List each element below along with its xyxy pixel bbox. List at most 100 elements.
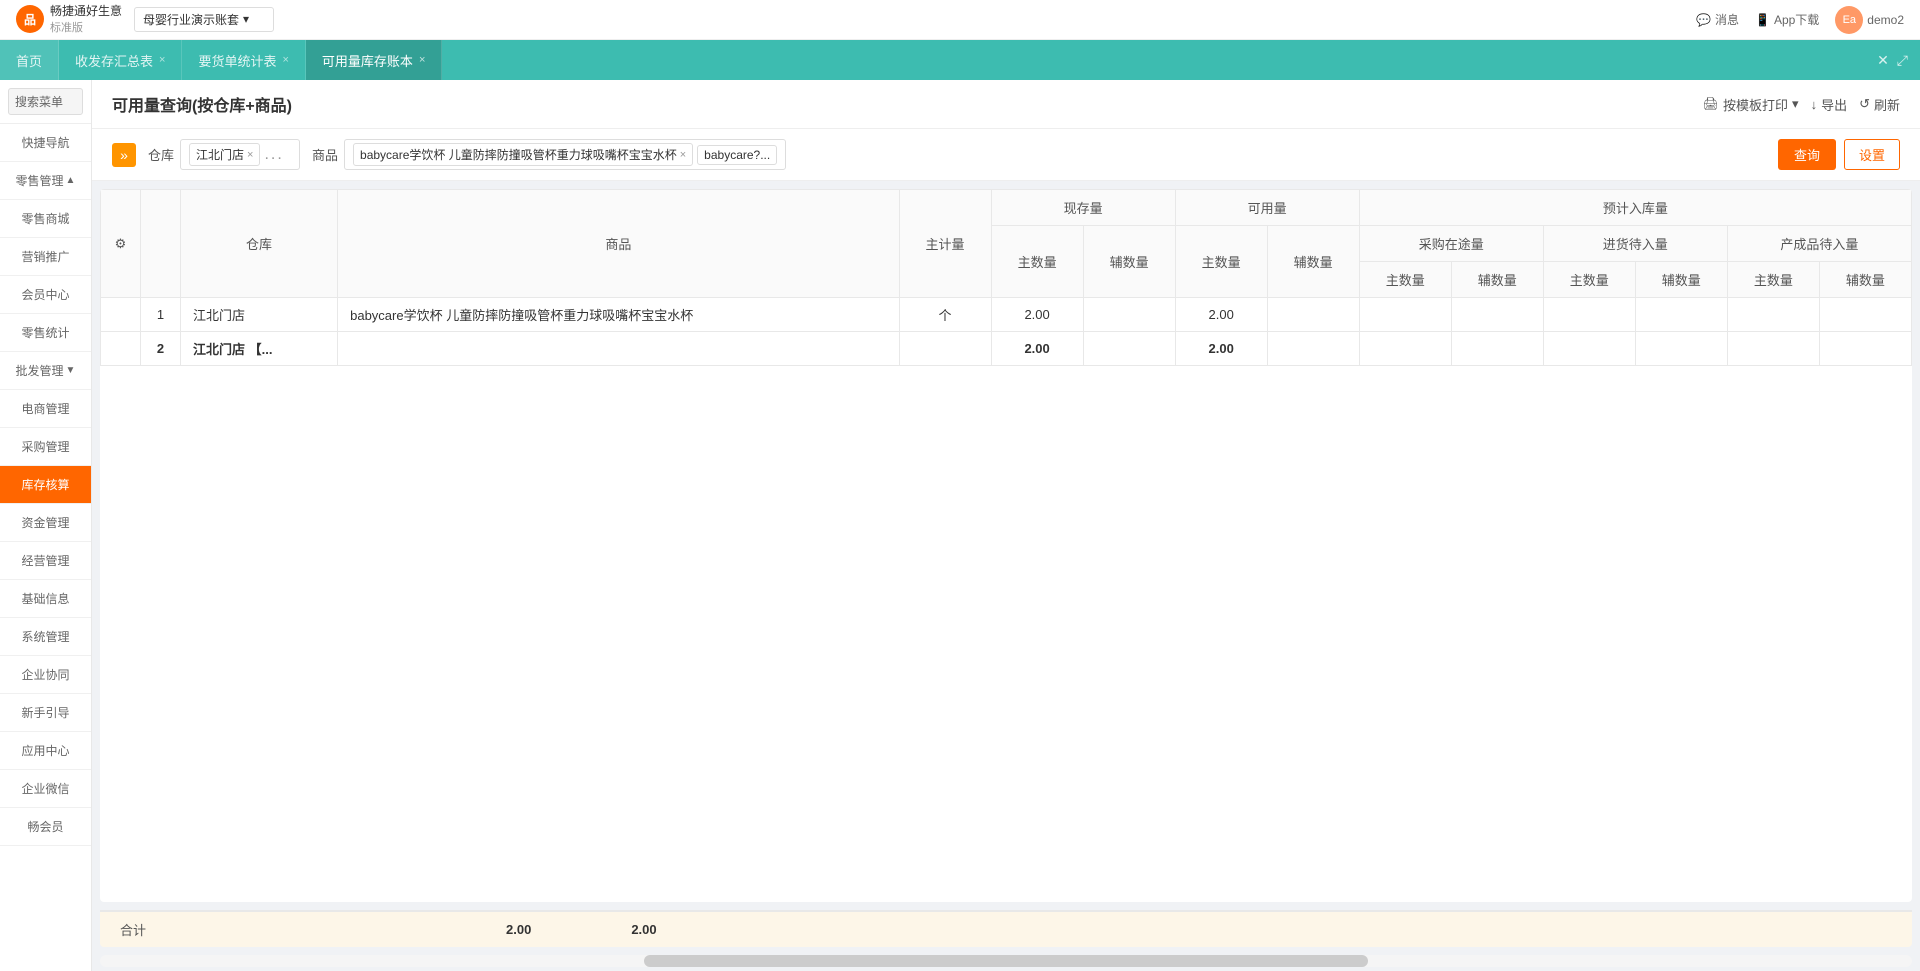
sidebar-item-retail-stats[interactable]: 零售统计 — [0, 314, 91, 352]
cell-sub-p-main — [1359, 332, 1451, 366]
sidebar-item-vip-member[interactable]: 畅会员 — [0, 808, 91, 846]
sidebar-item-member-center[interactable]: 会员中心 — [0, 276, 91, 314]
sidebar-item-wholesale-mgmt[interactable]: 批发管理 ▼ — [0, 352, 91, 390]
tab-available-stock-close[interactable]: × — [419, 54, 425, 66]
tab-order-stats-close[interactable]: × — [282, 54, 288, 66]
cell-settings — [101, 298, 141, 332]
page-title: 可用量查询(按仓库+商品) — [112, 92, 292, 116]
th-inbound-pending: 进货待入量 — [1543, 226, 1727, 262]
footer-avail-main: 2.00 — [631, 922, 656, 937]
logo-icon: 品 — [16, 5, 44, 33]
top-bar-right: 💬 消息 📱 App下载 Ea demo2 — [1696, 6, 1904, 34]
tab-available-stock[interactable]: 可用量库存账本 × — [306, 40, 442, 80]
product-input[interactable]: babycare学饮杯 儿童防摔防撞吸管杯重力球吸嘴杯宝宝水杯 × babyca… — [344, 139, 786, 170]
search-menu-btn[interactable]: 搜索菜单 — [8, 88, 83, 115]
cell-avail-main: 2.00 — [1175, 298, 1267, 332]
sidebar-item-purchase-mgmt[interactable]: 采购管理 — [0, 428, 91, 466]
cell-sub-current-main: 2.00 — [991, 332, 1083, 366]
cell-sub-prod-aux — [1819, 332, 1911, 366]
product-tag1: babycare学饮杯 儿童防摔防撞吸管杯重力球吸嘴杯宝宝水杯 × — [353, 143, 693, 166]
logo-text: 畅捷通好生意 — [50, 4, 122, 18]
close-all-icon[interactable]: ✕ — [1877, 52, 1889, 69]
cell-sub-p-aux — [1451, 332, 1543, 366]
th-purchase-main: 主数量 — [1359, 262, 1451, 298]
sidebar-item-ecommerce-mgmt[interactable]: 电商管理 — [0, 390, 91, 428]
th-avail-main: 主数量 — [1175, 226, 1267, 298]
page-header: 可用量查询(按仓库+商品) 🖨 按模板打印 ▾ ↓ 导出 ↺ 刷新 — [92, 80, 1920, 129]
tab-home[interactable]: 首页 — [0, 40, 59, 80]
sidebar-item-retail-mgmt[interactable]: 零售管理 ▲ — [0, 162, 91, 200]
cell-sub-avail-main: 2.00 — [1175, 332, 1267, 366]
sidebar-item-operations-mgmt[interactable]: 经营管理 — [0, 542, 91, 580]
sidebar-item-basic-info[interactable]: 基础信息 — [0, 580, 91, 618]
cell-sub-avail-aux — [1267, 332, 1359, 366]
logo-area: 品 畅捷通好生意 标准版 — [16, 4, 122, 34]
table-wrapper: ⚙ 仓库 商品 主计量 现存量 可用量 预计入库量 主数量 辅数量 主数量 辅数… — [100, 189, 1912, 902]
sidebar-item-app-center[interactable]: 应用中心 — [0, 732, 91, 770]
product-tag1-close-icon[interactable]: × — [680, 149, 686, 161]
th-inbound-main: 主数量 — [1543, 262, 1635, 298]
sidebar-item-enterprise-wechat[interactable]: 企业微信 — [0, 770, 91, 808]
message-btn[interactable]: 💬 消息 — [1696, 11, 1739, 28]
sidebar-item-marketing[interactable]: 营销推广 — [0, 238, 91, 276]
th-product: 商品 — [338, 190, 899, 298]
warehouse-more-icon[interactable]: ... — [264, 146, 283, 164]
user-area[interactable]: Ea demo2 — [1835, 6, 1904, 34]
cell-sub-product — [338, 332, 899, 366]
refresh-btn[interactable]: ↺ 刷新 — [1859, 95, 1900, 114]
sidebar-item-new-guide[interactable]: 新手引导 — [0, 694, 91, 732]
sidebar-item-finance-mgmt[interactable]: 资金管理 — [0, 504, 91, 542]
sidebar-item-retail-mall[interactable]: 零售商城 — [0, 200, 91, 238]
tab-order-stats[interactable]: 要货单统计表 × — [182, 40, 305, 80]
warehouse-label: 仓库 — [148, 145, 174, 164]
data-table: ⚙ 仓库 商品 主计量 现存量 可用量 预计入库量 主数量 辅数量 主数量 辅数… — [100, 189, 1912, 366]
table-row: 1 江北门店 babycare学饮杯 儿童防摔防撞吸管杯重力球吸嘴杯宝宝水杯 个… — [101, 298, 1912, 332]
th-forecast-inbound: 预计入库量 — [1359, 190, 1911, 226]
print-template-btn[interactable]: 🖨 按模板打印 ▾ — [1703, 95, 1799, 114]
sidebar-item-system-mgmt[interactable]: 系统管理 — [0, 618, 91, 656]
export-btn[interactable]: ↓ 导出 — [1811, 95, 1848, 114]
cell-sub-current-aux — [1083, 332, 1175, 366]
filter-bar: » 仓库 江北门店 × ... 商品 babycare学饮杯 儿童防摔防撞吸管杯… — [92, 129, 1920, 181]
cell-sub-warehouse: 江北门店 【... — [181, 332, 338, 366]
logo-sub: 标准版 — [50, 19, 122, 35]
horizontal-scrollbar[interactable] — [100, 955, 1912, 967]
th-inbound-aux: 辅数量 — [1635, 262, 1727, 298]
table-footer: 合计 2.00 2.00 — [100, 910, 1912, 947]
tab-receive-summary[interactable]: 收发存汇总表 × — [59, 40, 182, 80]
avatar: Ea — [1835, 6, 1863, 34]
cell-index: 1 — [141, 298, 181, 332]
warehouse-tag-close-icon[interactable]: × — [247, 149, 253, 161]
cell-purchase-aux — [1451, 298, 1543, 332]
cell-warehouse: 江北门店 — [181, 298, 338, 332]
top-bar: 品 畅捷通好生意 标准版 母婴行业演示账套 ▾ 💬 消息 📱 App下载 Ea … — [0, 0, 1920, 40]
query-btn[interactable]: 查询 — [1778, 139, 1836, 170]
cell-sub-settings — [101, 332, 141, 366]
th-product-pending: 产成品待入量 — [1727, 226, 1911, 262]
sidebar: 搜索菜单 快捷导航 零售管理 ▲ 零售商城 营销推广 会员中心 零售统计 批发管… — [0, 80, 92, 971]
footer-current-main: 2.00 — [506, 922, 531, 937]
logo-text-area: 畅捷通好生意 标准版 — [50, 4, 122, 34]
filter-actions: 查询 设置 — [1778, 139, 1900, 170]
sidebar-item-enterprise-collab[interactable]: 企业协同 — [0, 656, 91, 694]
tab-spacer — [442, 40, 1865, 80]
th-purchase-aux: 辅数量 — [1451, 262, 1543, 298]
tab-receive-summary-close[interactable]: × — [159, 54, 165, 66]
scrollbar-thumb[interactable] — [644, 955, 1369, 967]
th-main-unit: 主计量 — [899, 190, 991, 298]
product-tag2: babycare?... — [697, 145, 777, 165]
sidebar-item-quick-nav[interactable]: 快捷导航 — [0, 124, 91, 162]
nav-tabs: 首页 收发存汇总表 × 要货单统计表 × 可用量库存账本 × ✕ ⤢ — [0, 40, 1920, 80]
filter-toggle-btn[interactable]: » — [112, 143, 136, 167]
th-index — [141, 190, 181, 298]
industry-selector[interactable]: 母婴行业演示账套 ▾ — [134, 7, 274, 32]
table-subtotal-row: 2 江北门店 【... 2.00 2.00 — [101, 332, 1912, 366]
settings-btn[interactable]: 设置 — [1844, 139, 1900, 170]
warehouse-input[interactable]: 江北门店 × ... — [180, 139, 300, 170]
th-settings[interactable]: ⚙ — [101, 190, 141, 298]
app-download-btn[interactable]: 📱 App下载 — [1755, 11, 1819, 28]
sidebar-item-inventory-check[interactable]: 库存核算 — [0, 466, 91, 504]
cell-product: babycare学饮杯 儿童防摔防撞吸管杯重力球吸嘴杯宝宝水杯 — [338, 298, 899, 332]
cell-purchase-main — [1359, 298, 1451, 332]
maximize-icon[interactable]: ⤢ — [1897, 52, 1908, 69]
